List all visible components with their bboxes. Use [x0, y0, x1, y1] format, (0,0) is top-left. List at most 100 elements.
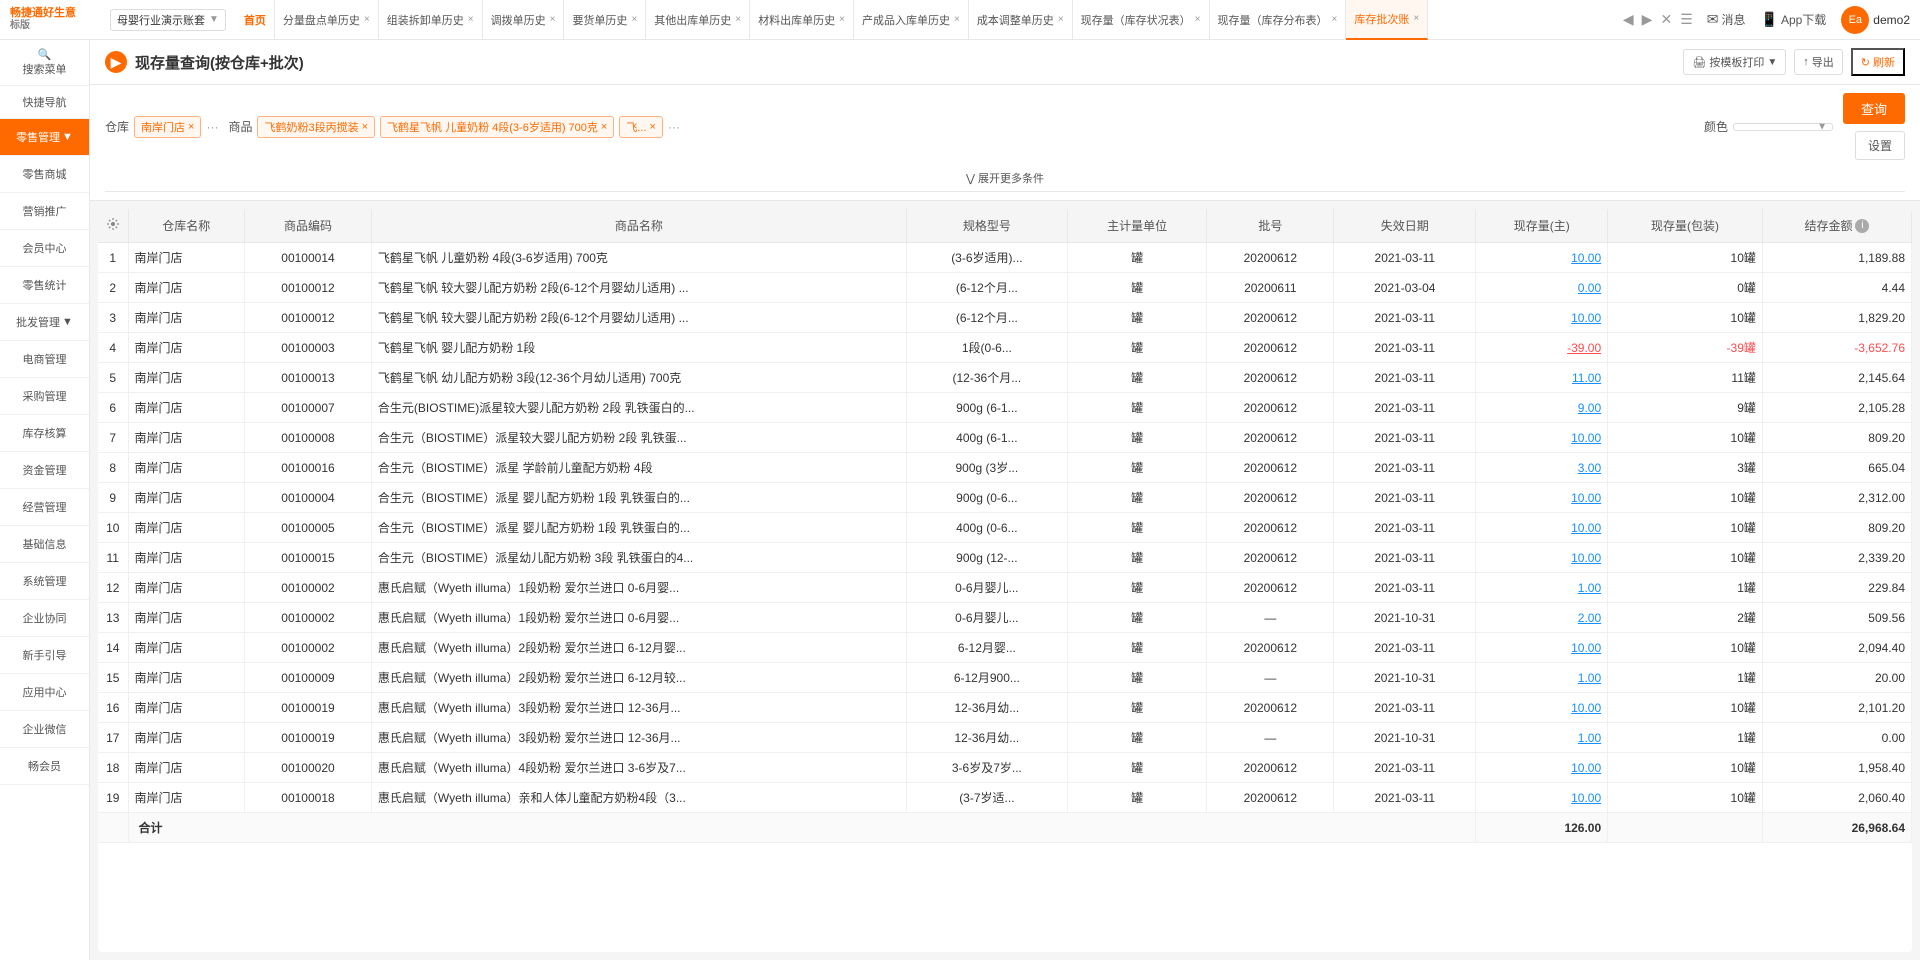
table-row: 2 南岸门店 00100012 飞鹤星飞帆 较大婴儿配方奶粉 2段(6-12个月…	[98, 273, 1912, 303]
th-batch: 批号	[1207, 209, 1334, 243]
cell-code: 00100002	[245, 633, 372, 663]
tab-prev-btn[interactable]: ◀	[1619, 9, 1638, 30]
content-area: ▶ 现存量查询(按仓库+批次) 🖨 按模板打印 ▼ ↑ 导出 ↻ 刷新	[90, 40, 1920, 960]
product-tag-remove[interactable]: ×	[601, 121, 607, 133]
tab-qitachu[interactable]: 其他出库单历史 ×	[646, 0, 750, 40]
cell-expire: 2021-10-31	[1334, 603, 1476, 633]
refresh-btn[interactable]: ↻ 刷新	[1851, 48, 1905, 76]
sidebar-item-collab[interactable]: 企业协同	[0, 600, 89, 637]
account-selector[interactable]: 母婴行业演示账套 ▼	[110, 9, 226, 31]
sidebar-item-ecommerce[interactable]: 电商管理	[0, 341, 89, 378]
sidebar-item-marketing[interactable]: 营销推广	[0, 193, 89, 230]
balance-info-icon: i	[1855, 219, 1869, 233]
close-tab-icon[interactable]: ×	[1058, 14, 1064, 25]
sidebar-item-member[interactable]: 会员中心	[0, 230, 89, 267]
sidebar-item-finance[interactable]: 资金管理	[0, 452, 89, 489]
query-btn[interactable]: 按模板打印 查询	[1843, 93, 1905, 124]
close-tab-icon[interactable]: ×	[364, 14, 370, 25]
tab-chanchengpin[interactable]: 产成品入库单历史 ×	[854, 0, 969, 40]
sidebar-search[interactable]: 🔍 搜索菜单	[0, 40, 89, 86]
footer-total-balance: 26,968.64	[1762, 813, 1911, 843]
close-tab-icon[interactable]: ×	[1332, 14, 1338, 25]
cell-warehouse: 南岸门店	[128, 783, 245, 813]
sidebar-item-operation[interactable]: 经营管理	[0, 489, 89, 526]
tab-home[interactable]: 首页	[236, 0, 275, 40]
app-download-btn[interactable]: 📱 App下载	[1761, 11, 1827, 28]
close-tab-icon[interactable]: ×	[631, 14, 637, 25]
sidebar-item-appstore[interactable]: 应用中心	[0, 674, 89, 711]
tab-xiancunzhuang[interactable]: 现存量（库存状况表） ×	[1073, 0, 1210, 40]
sidebar-item-system[interactable]: 系统管理	[0, 563, 89, 600]
th-settings[interactable]	[98, 209, 128, 243]
product-tag-remove[interactable]: ×	[650, 121, 656, 133]
sidebar: 🔍 搜索菜单 快捷导航 零售管理 ▼ 零售商城 营销推广 会员中心 零售统计 批…	[0, 40, 90, 960]
sidebar-item-purchase[interactable]: 采购管理	[0, 378, 89, 415]
close-tab-icon[interactable]: ×	[550, 14, 556, 25]
sidebar-item-guide[interactable]: 新手引导	[0, 637, 89, 674]
warehouse-tag-remove[interactable]: ×	[188, 121, 194, 133]
color-select[interactable]: ▼	[1733, 123, 1833, 131]
tab-zuzhuang[interactable]: 组装拆卸单历史 ×	[379, 0, 483, 40]
cell-qty-pkg: 10罐	[1608, 753, 1763, 783]
table-row: 14 南岸门店 00100002 惠氏启赋（Wyeth illuma）2段奶粉 …	[98, 633, 1912, 663]
close-tab-icon[interactable]: ×	[1195, 14, 1201, 25]
sidebar-item-wechat[interactable]: 企业微信	[0, 711, 89, 748]
tab-bar: 首页 分量盘点单历史 × 组装拆卸单历史 × 调拨单历史 × 要货单历史 × 其…	[236, 0, 1609, 40]
close-tab-icon[interactable]: ×	[735, 14, 741, 25]
cell-spec: (12-36个月...	[906, 363, 1067, 393]
cell-spec: 900g (12-...	[906, 543, 1067, 573]
cell-code: 00100002	[245, 603, 372, 633]
sidebar-item-retail-mgmt[interactable]: 零售管理 ▼	[0, 119, 89, 156]
sidebar-quick-nav[interactable]: 快捷导航	[0, 86, 89, 119]
settings-btn[interactable]: 设置	[1855, 131, 1905, 160]
sidebar-item-retail-shop[interactable]: 零售商城	[0, 156, 89, 193]
tab-pizhang[interactable]: 库存批次账 ×	[1346, 0, 1428, 40]
product-tag-2[interactable]: 飞鹤星飞帆 儿童奶粉 4段(3-6岁适用) 700克 ×	[380, 116, 614, 138]
tab-xiancunfen[interactable]: 现存量（库存分布表） ×	[1210, 0, 1347, 40]
tab-yaohuo[interactable]: 要货单历史 ×	[564, 0, 646, 40]
cell-code: 00100007	[245, 393, 372, 423]
tab-diaoboh[interactable]: 调拨单历史 ×	[483, 0, 565, 40]
sidebar-item-retail-stats[interactable]: 零售统计	[0, 267, 89, 304]
product-tag-remove[interactable]: ×	[362, 121, 368, 133]
cell-qty-main: 10.00	[1476, 303, 1608, 333]
product-more[interactable]: ···	[668, 120, 680, 134]
close-tab-icon[interactable]: ×	[468, 14, 474, 25]
close-tab-icon[interactable]: ×	[954, 14, 960, 25]
sidebar-item-inventory[interactable]: 库存核算	[0, 415, 89, 452]
tab-fenliang[interactable]: 分量盘点单历史 ×	[275, 0, 379, 40]
table-row: 1 南岸门店 00100014 飞鹤星飞帆 儿童奶粉 4段(3-6岁适用) 70…	[98, 243, 1912, 273]
expand-conditions-btn[interactable]: ⋁ 展开更多条件	[966, 170, 1044, 186]
tab-chengbentiao[interactable]: 成本调整单历史 ×	[969, 0, 1073, 40]
close-tab-icon[interactable]: ×	[1413, 13, 1419, 24]
export-btn[interactable]: ↑ 导出	[1794, 49, 1843, 75]
warehouse-more[interactable]: ···	[206, 120, 218, 134]
sidebar-item-basic-info[interactable]: 基础信息	[0, 526, 89, 563]
message-btn[interactable]: ✉ 消息	[1707, 11, 1746, 28]
tab-close-btn[interactable]: ✕	[1656, 9, 1676, 30]
th-expire: 失效日期	[1334, 209, 1476, 243]
warehouse-tag[interactable]: 南岸门店 ×	[134, 116, 201, 138]
print-btn[interactable]: 🖨 按模板打印 ▼	[1683, 49, 1786, 75]
footer-label: 合计	[128, 813, 1476, 843]
app-download-label: App下载	[1781, 11, 1826, 28]
tab-next-btn[interactable]: ▶	[1638, 9, 1657, 30]
cell-qty-main: 10.00	[1476, 633, 1608, 663]
user-menu[interactable]: Ea demo2	[1841, 6, 1910, 34]
cell-batch: 20200612	[1207, 423, 1334, 453]
cell-warehouse: 南岸门店	[128, 423, 245, 453]
cell-expire: 2021-03-11	[1334, 753, 1476, 783]
tab-menu-btn[interactable]: ☰	[1676, 9, 1697, 30]
sidebar-item-wholesale[interactable]: 批发管理 ▼	[0, 304, 89, 341]
close-tab-icon[interactable]: ×	[839, 14, 845, 25]
product-tag-3[interactable]: 飞... ×	[619, 116, 663, 138]
cell-balance: 1,958.40	[1762, 753, 1911, 783]
tab-cailiaochu[interactable]: 材料出库单历史 ×	[750, 0, 854, 40]
cell-spec: (3-7岁适...	[906, 783, 1067, 813]
sidebar-toggle-btn[interactable]: ▶	[105, 51, 127, 73]
product-tag-1[interactable]: 飞鹤奶粉3段丙搅装 ×	[257, 116, 375, 138]
cell-qty-main: 3.00	[1476, 453, 1608, 483]
cell-name: 惠氏启赋（Wyeth illuma）2段奶粉 爱尔兰进口 6-12月较...	[371, 663, 906, 693]
cell-no: 4	[98, 333, 128, 363]
sidebar-item-member2[interactable]: 畅会员	[0, 748, 89, 785]
